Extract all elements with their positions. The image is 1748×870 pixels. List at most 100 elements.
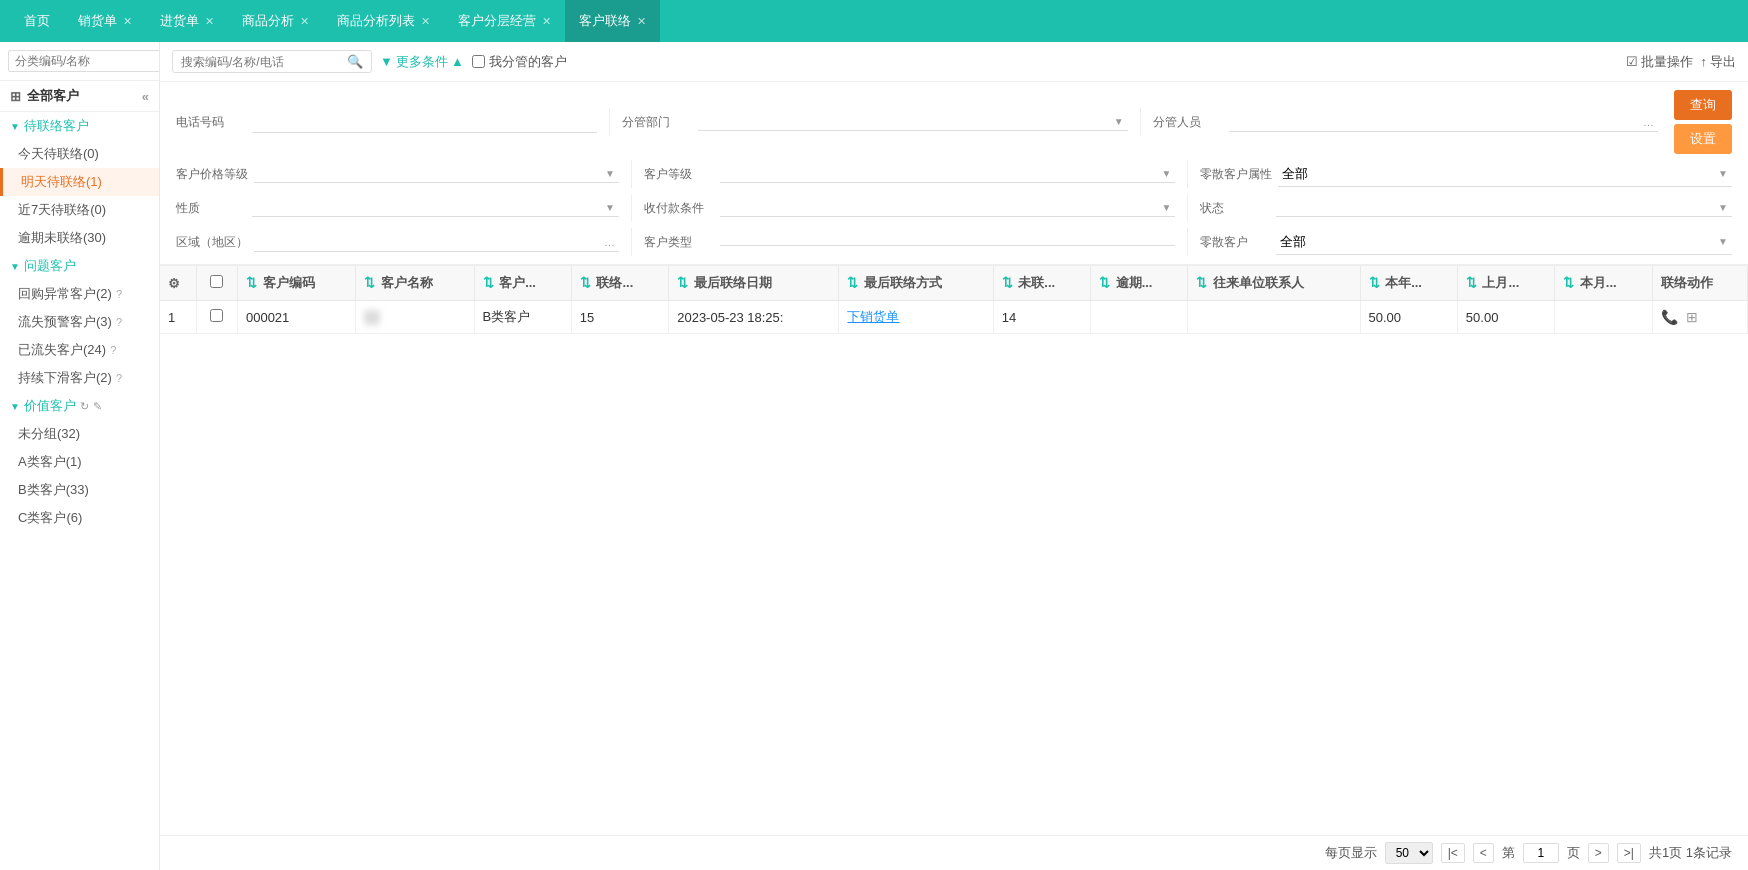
nav-product-analysis-list[interactable]: 商品分析列表 ✕ xyxy=(323,0,444,42)
status-select[interactable]: ▼ xyxy=(1276,199,1732,217)
sidebar-item-churn-warning[interactable]: 流失预警客户(3) ? xyxy=(0,308,159,336)
sidebar-item-tomorrow[interactable]: 明天待联络(1) xyxy=(0,168,159,196)
sidebar-item-class-b[interactable]: B类客户(33) xyxy=(0,476,159,504)
sidebar-item-ungrouped[interactable]: 未分组(32) xyxy=(0,420,159,448)
more-action-icon[interactable]: ⊞ xyxy=(1686,309,1698,325)
region-more[interactable]: … xyxy=(604,236,615,248)
sidebar-group-pending[interactable]: ▼ 待联络客户 xyxy=(0,112,159,140)
batch-operation-button[interactable]: ☑ 批量操作 xyxy=(1626,53,1693,71)
phone-action-icon[interactable]: 📞 xyxy=(1661,309,1678,325)
query-button[interactable]: 查询 xyxy=(1674,90,1732,120)
payment-select[interactable]: ▼ xyxy=(720,199,1176,217)
sort-overdue-icon[interactable]: ⇅ xyxy=(1099,275,1110,290)
prev-page-button[interactable]: < xyxy=(1473,843,1494,863)
gender-select[interactable]: ▼ xyxy=(252,199,619,217)
divider-3 xyxy=(631,160,632,188)
sort-code-icon[interactable]: ⇅ xyxy=(246,275,257,290)
sidebar-search-input[interactable] xyxy=(8,50,160,72)
sort-ty-icon[interactable]: ⇅ xyxy=(1369,275,1380,290)
select-all-checkbox[interactable] xyxy=(210,275,223,288)
nav-customer-tier[interactable]: 客户分层经营 ✕ xyxy=(444,0,565,42)
sidebar-item-class-a[interactable]: A类客户(1) xyxy=(0,448,159,476)
sort-name-icon[interactable]: ⇅ xyxy=(364,275,375,290)
manager-select[interactable]: … xyxy=(1229,113,1658,132)
divider-8 xyxy=(1187,228,1188,256)
th-contact: ⇅ 联络... xyxy=(571,266,668,301)
sort-type-icon[interactable]: ⇅ xyxy=(483,275,494,290)
more-filter-button[interactable]: ▼ 更多条件 ▲ xyxy=(380,53,464,71)
nav-home[interactable]: 首页 xyxy=(10,0,64,42)
phone-input[interactable] xyxy=(252,112,597,133)
sidebar-group-value[interactable]: ▼ 价值客户 ↻ ✎ xyxy=(0,392,159,420)
nav-purchase-order[interactable]: 进货单 ✕ xyxy=(146,0,228,42)
td-unlisted: 14 xyxy=(993,301,1090,334)
close-purchase-order[interactable]: ✕ xyxy=(205,15,214,28)
close-sales-order[interactable]: ✕ xyxy=(123,15,132,28)
customer-table: ⚙ ⇅ 客户编码 ⇅ 客户名称 xyxy=(160,266,1748,334)
close-customer-contact[interactable]: ✕ xyxy=(637,15,646,28)
close-customer-tier[interactable]: ✕ xyxy=(542,15,551,28)
page-size-select[interactable]: 50 xyxy=(1385,842,1433,864)
sidebar-item-today[interactable]: 今天待联络(0) xyxy=(0,140,159,168)
sidebar-item-overdue[interactable]: 逾期未联络(30) xyxy=(0,224,159,252)
page-size-label: 每页显示 xyxy=(1325,844,1377,862)
sidebar-item-class-c[interactable]: C类客户(6) xyxy=(0,504,159,532)
next-page-button[interactable]: > xyxy=(1588,843,1609,863)
value-edit-icon[interactable]: ✎ xyxy=(93,400,102,413)
help-icon-3: ? xyxy=(110,344,116,356)
sidebar-item-churned[interactable]: 已流失客户(24) ? xyxy=(0,336,159,364)
filter-dept: 分管部门 ▼ xyxy=(622,113,1127,131)
nav-customer-contact[interactable]: 客户联络 ✕ xyxy=(565,0,660,42)
sort-date-icon[interactable]: ⇅ xyxy=(677,275,688,290)
sort-method-icon[interactable]: ⇅ xyxy=(847,275,858,290)
td-contact-person xyxy=(1188,301,1360,334)
sort-contact-icon[interactable]: ⇅ xyxy=(580,275,591,290)
nav-sales-order[interactable]: 销货单 ✕ xyxy=(64,0,146,42)
page-number-input[interactable] xyxy=(1523,843,1559,863)
td-index: 1 xyxy=(160,301,196,334)
cl-caret: ▼ xyxy=(605,168,615,179)
close-product-analysis-list[interactable]: ✕ xyxy=(421,15,430,28)
set-button[interactable]: 设置 xyxy=(1674,124,1732,154)
retail-select[interactable]: 全部 ▼ xyxy=(1276,230,1732,255)
main-search-icon[interactable]: 🔍 xyxy=(347,54,363,69)
first-page-button[interactable]: |< xyxy=(1441,843,1465,863)
table-footer: 每页显示 50 |< < 第 页 > >| 共1页 1条记录 xyxy=(160,835,1748,870)
region-select[interactable]: … xyxy=(254,233,619,252)
sidebar-group-problem[interactable]: ▼ 问题客户 xyxy=(0,252,159,280)
g-caret: ▼ xyxy=(605,202,615,213)
table-header-row: ⚙ ⇅ 客户编码 ⇅ 客户名称 xyxy=(160,266,1748,301)
row-checkbox[interactable] xyxy=(210,309,223,322)
my-customer-checkbox-wrap: 我分管的客户 xyxy=(472,53,567,71)
sort-cp-icon[interactable]: ⇅ xyxy=(1196,275,1207,290)
sidebar-item-7days[interactable]: 近7天待联络(0) xyxy=(0,196,159,224)
close-product-analysis[interactable]: ✕ xyxy=(300,15,309,28)
filter-icon: ▼ xyxy=(380,54,393,69)
retail-attr-select[interactable]: 全部 ▼ xyxy=(1278,162,1732,187)
page-label: 第 xyxy=(1502,844,1515,862)
customer-grade-select[interactable]: ▼ xyxy=(720,165,1176,183)
dept-select[interactable]: ▼ xyxy=(698,113,1127,131)
sidebar-item-declining[interactable]: 持续下滑客户(2) ? xyxy=(0,364,159,392)
export-button[interactable]: ↑ 导出 xyxy=(1701,53,1737,71)
th-type: ⇅ 客户... xyxy=(474,266,571,301)
last-page-button[interactable]: >| xyxy=(1617,843,1641,863)
cg-caret: ▼ xyxy=(1162,168,1172,179)
sort-unlisted-icon[interactable]: ⇅ xyxy=(1002,275,1013,290)
sidebar-all-customers[interactable]: ⊞ 全部客户 « xyxy=(0,81,159,112)
customer-level-select[interactable]: ▼ xyxy=(254,165,619,183)
settings-icon[interactable]: ⚙ xyxy=(168,276,180,291)
sidebar-item-repurchase-abnormal[interactable]: 回购异常客户(2) ? xyxy=(0,280,159,308)
last-method-link[interactable]: 下销货单 xyxy=(847,309,899,324)
td-this-year: 50.00 xyxy=(1360,301,1457,334)
sort-tm-icon[interactable]: ⇅ xyxy=(1563,275,1574,290)
customer-type-select[interactable] xyxy=(720,239,1176,246)
data-table-container: ⚙ ⇅ 客户编码 ⇅ 客户名称 xyxy=(160,265,1748,835)
manager-more[interactable]: … xyxy=(1643,116,1654,128)
main-search-input[interactable] xyxy=(181,55,343,69)
main-layout: 🔍 ⊞ 全部客户 « ▼ 待联络客户 今天待联络(0) 明天待联络(1) 近7天… xyxy=(0,42,1748,870)
my-customer-checkbox[interactable] xyxy=(472,55,485,68)
nav-product-analysis[interactable]: 商品分析 ✕ xyxy=(228,0,323,42)
sort-lm-icon[interactable]: ⇅ xyxy=(1466,275,1477,290)
value-refresh-icon[interactable]: ↻ xyxy=(80,400,89,413)
